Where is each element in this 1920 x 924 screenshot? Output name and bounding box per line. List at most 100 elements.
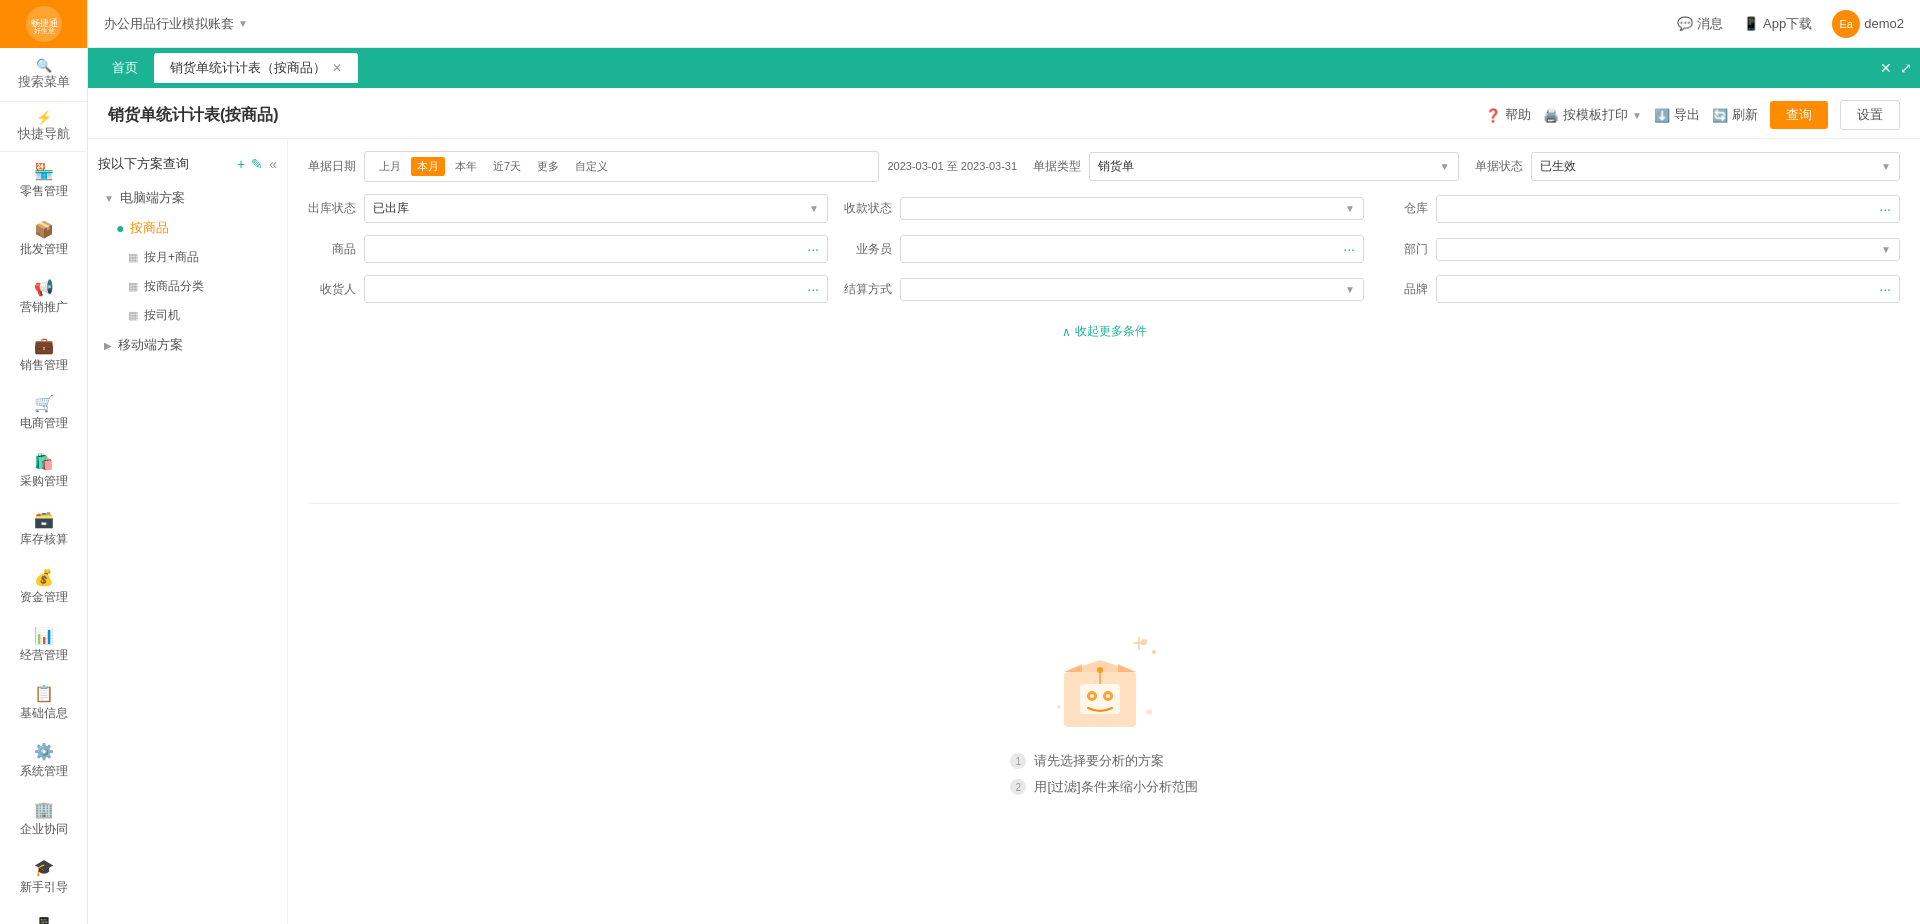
warehouse-control[interactable]: ··· <box>1436 195 1900 223</box>
filter-item-department: 部门 ▼ <box>1380 238 1900 261</box>
user-area[interactable]: Ea demo2 <box>1832 10 1904 38</box>
scheme-edit-icon[interactable]: ✎ <box>251 156 263 172</box>
sidebar-item-ecommerce[interactable]: 🛒 电商管理 <box>0 384 87 442</box>
single-status-control[interactable]: 已生效 ▼ <box>1531 152 1900 181</box>
svg-text:好生意: 好生意 <box>33 27 54 35</box>
date-btn-custom[interactable]: 自定义 <box>569 157 614 176</box>
sidebar-item-sales[interactable]: 💼 销售管理 <box>0 326 87 384</box>
svg-point-16 <box>1146 709 1152 715</box>
sidebar-item-appcenter[interactable]: 📱 应用中心 <box>0 906 87 924</box>
user-name: demo2 <box>1864 16 1904 31</box>
salesperson-dots[interactable]: ··· <box>1343 241 1355 257</box>
date-btn-this-month[interactable]: 本月 <box>411 157 445 176</box>
sidebar-search[interactable]: 🔍 搜索菜单 <box>0 48 87 102</box>
page-container: 销货单统计计表(按商品) ❓ 帮助 🖨️ 按模板打印 ▼ ⬇️ 导出 <box>88 88 1920 924</box>
receiver-control[interactable]: ··· <box>364 275 828 303</box>
scheme-panel: 按以下方案查询 + ✎ « ▼ 电脑端方案 ● <box>88 139 288 924</box>
sidebar-quick-nav[interactable]: ⚡ 快捷导航 <box>0 102 87 152</box>
scheme-item-by-product[interactable]: ● 按商品 <box>88 213 287 243</box>
settings-button[interactable]: 设置 <box>1840 100 1900 130</box>
settlement-control[interactable]: ▼ <box>900 278 1364 301</box>
brand-label: 品牌 <box>1380 281 1428 298</box>
filter-panel: 单据日期 上月 本月 本年 近7天 更多 自定义 <box>288 139 1920 503</box>
scheme-add-icon[interactable]: + <box>237 156 245 172</box>
receive-status-arrow: ▼ <box>1345 203 1355 214</box>
quick-nav-label: 快捷导航 <box>18 126 70 141</box>
help-btn[interactable]: ❓ 帮助 <box>1485 106 1531 124</box>
svg-point-3 <box>1141 639 1147 645</box>
salesperson-control[interactable]: ··· <box>900 235 1364 263</box>
industry-selector[interactable]: 办公用品行业模拟账套 ▼ <box>104 15 248 33</box>
out-status-control[interactable]: 已出库 ▼ <box>364 194 828 223</box>
empty-illustration <box>1044 632 1164 732</box>
tab-expand-icon[interactable]: ⤢ <box>1900 60 1912 76</box>
single-type-control[interactable]: 销货单 ▼ <box>1089 152 1458 181</box>
product-dots[interactable]: ··· <box>807 241 819 257</box>
sidebar-item-operations[interactable]: 📊 经营管理 <box>0 616 87 674</box>
department-label: 部门 <box>1380 241 1428 258</box>
filter-item-type: 单据类型 销货单 ▼ <box>1033 152 1458 181</box>
date-btn-last-month[interactable]: 上月 <box>373 157 407 176</box>
scheme-sub-item-by-printer[interactable]: ▦ 按司机 <box>88 301 287 330</box>
date-label: 单据日期 <box>308 158 356 175</box>
collapse-more-btn[interactable]: ∧ 收起更多条件 <box>308 323 1900 340</box>
filter-item-date: 单据日期 上月 本月 本年 近7天 更多 自定义 <box>308 151 1017 182</box>
scheme-sub-item-by-month-product[interactable]: ▦ 按月+商品 <box>88 243 287 272</box>
filter-row-2: 出库状态 已出库 ▼ 收款状态 ▼ <box>308 194 1900 223</box>
department-control[interactable]: ▼ <box>1436 238 1900 261</box>
search-label: 搜索菜单 <box>18 74 70 89</box>
export-btn[interactable]: ⬇️ 导出 <box>1654 106 1700 124</box>
scheme-collapse-icon[interactable]: « <box>269 156 277 172</box>
app-download-btn[interactable]: 📱 App下载 <box>1743 15 1812 33</box>
date-btn-more[interactable]: 更多 <box>531 157 565 176</box>
sidebar-item-newbie[interactable]: 🎓 新手引导 <box>0 848 87 906</box>
industry-dropdown-arrow: ▼ <box>238 18 248 29</box>
empty-svg <box>1044 632 1164 732</box>
sidebar-item-purchase[interactable]: 🛍️ 采购管理 <box>0 442 87 500</box>
collapse-arrow-icon: ∧ <box>1062 325 1071 339</box>
brand-control[interactable]: ··· <box>1436 275 1900 303</box>
scheme-group-mobile[interactable]: ▶ 移动端方案 <box>88 330 287 360</box>
scheme-sub-item-by-category[interactable]: ▦ 按商品分类 <box>88 272 287 301</box>
message-btn[interactable]: 💬 消息 <box>1677 15 1723 33</box>
app-download-icon: 📱 <box>1743 16 1759 31</box>
sidebar-item-system[interactable]: ⚙️ 系统管理 <box>0 732 87 790</box>
sidebar-item-marketing[interactable]: 📢 营销推广 <box>0 268 87 326</box>
enterprise-icon: 🏢 <box>34 800 54 819</box>
date-btn-this-year[interactable]: 本年 <box>449 157 483 176</box>
sidebar-item-retail[interactable]: 🏪 零售管理 <box>0 152 87 210</box>
scheme-group-desktop-header[interactable]: ▼ 电脑端方案 <box>88 183 287 213</box>
product-control[interactable]: ··· <box>364 235 828 263</box>
help-label: 帮助 <box>1505 106 1531 124</box>
tab-close-window-icon[interactable]: ✕ <box>1880 60 1892 76</box>
date-control[interactable]: 上月 本月 本年 近7天 更多 自定义 <box>364 151 879 182</box>
filter-actions: ∧ 收起更多条件 <box>308 315 1900 348</box>
logo-icon: 畅捷通 好生意 <box>26 6 62 42</box>
sidebar-item-basics[interactable]: 📋 基础信息 <box>0 674 87 732</box>
sidebar-item-wholesale[interactable]: 📦 批发管理 <box>0 210 87 268</box>
warehouse-dots[interactable]: ··· <box>1879 201 1891 217</box>
sidebar-item-enterprise[interactable]: 🏢 企业协同 <box>0 790 87 848</box>
refresh-btn[interactable]: 🔄 刷新 <box>1712 106 1758 124</box>
scheme-sub-icon-printer: ▦ <box>128 309 138 322</box>
newbie-icon: 🎓 <box>34 858 54 877</box>
tab-close-icon[interactable]: ✕ <box>332 61 342 75</box>
query-button[interactable]: 查询 <box>1770 101 1828 129</box>
receive-status-control[interactable]: ▼ <box>900 197 1364 220</box>
print-btn[interactable]: 🖨️ 按模板打印 ▼ <box>1543 106 1642 124</box>
system-icon: ⚙️ <box>34 742 54 761</box>
filter-item-receive-status: 收款状态 ▼ <box>844 197 1364 220</box>
empty-hint-1: 1 请先选择要分析的方案 <box>1010 752 1197 770</box>
brand-dots[interactable]: ··· <box>1879 281 1891 297</box>
sidebar-item-finance[interactable]: 💰 资金管理 <box>0 558 87 616</box>
sidebar-item-inventory[interactable]: 🗃️ 库存核算 <box>0 500 87 558</box>
tab-sales-stats[interactable]: 销货单统计计表（按商品） ✕ <box>154 53 358 83</box>
receiver-dots[interactable]: ··· <box>807 281 819 297</box>
tab-home[interactable]: 首页 <box>96 53 154 83</box>
scheme-item-by-product-icon: ● <box>116 220 124 236</box>
top-header-right: 💬 消息 📱 App下载 Ea demo2 <box>1677 10 1904 38</box>
operations-icon: 📊 <box>34 626 54 645</box>
logo-area[interactable]: 畅捷通 好生意 <box>0 0 87 48</box>
date-btn-7days[interactable]: 近7天 <box>487 157 527 176</box>
wholesale-icon: 📦 <box>34 220 54 239</box>
